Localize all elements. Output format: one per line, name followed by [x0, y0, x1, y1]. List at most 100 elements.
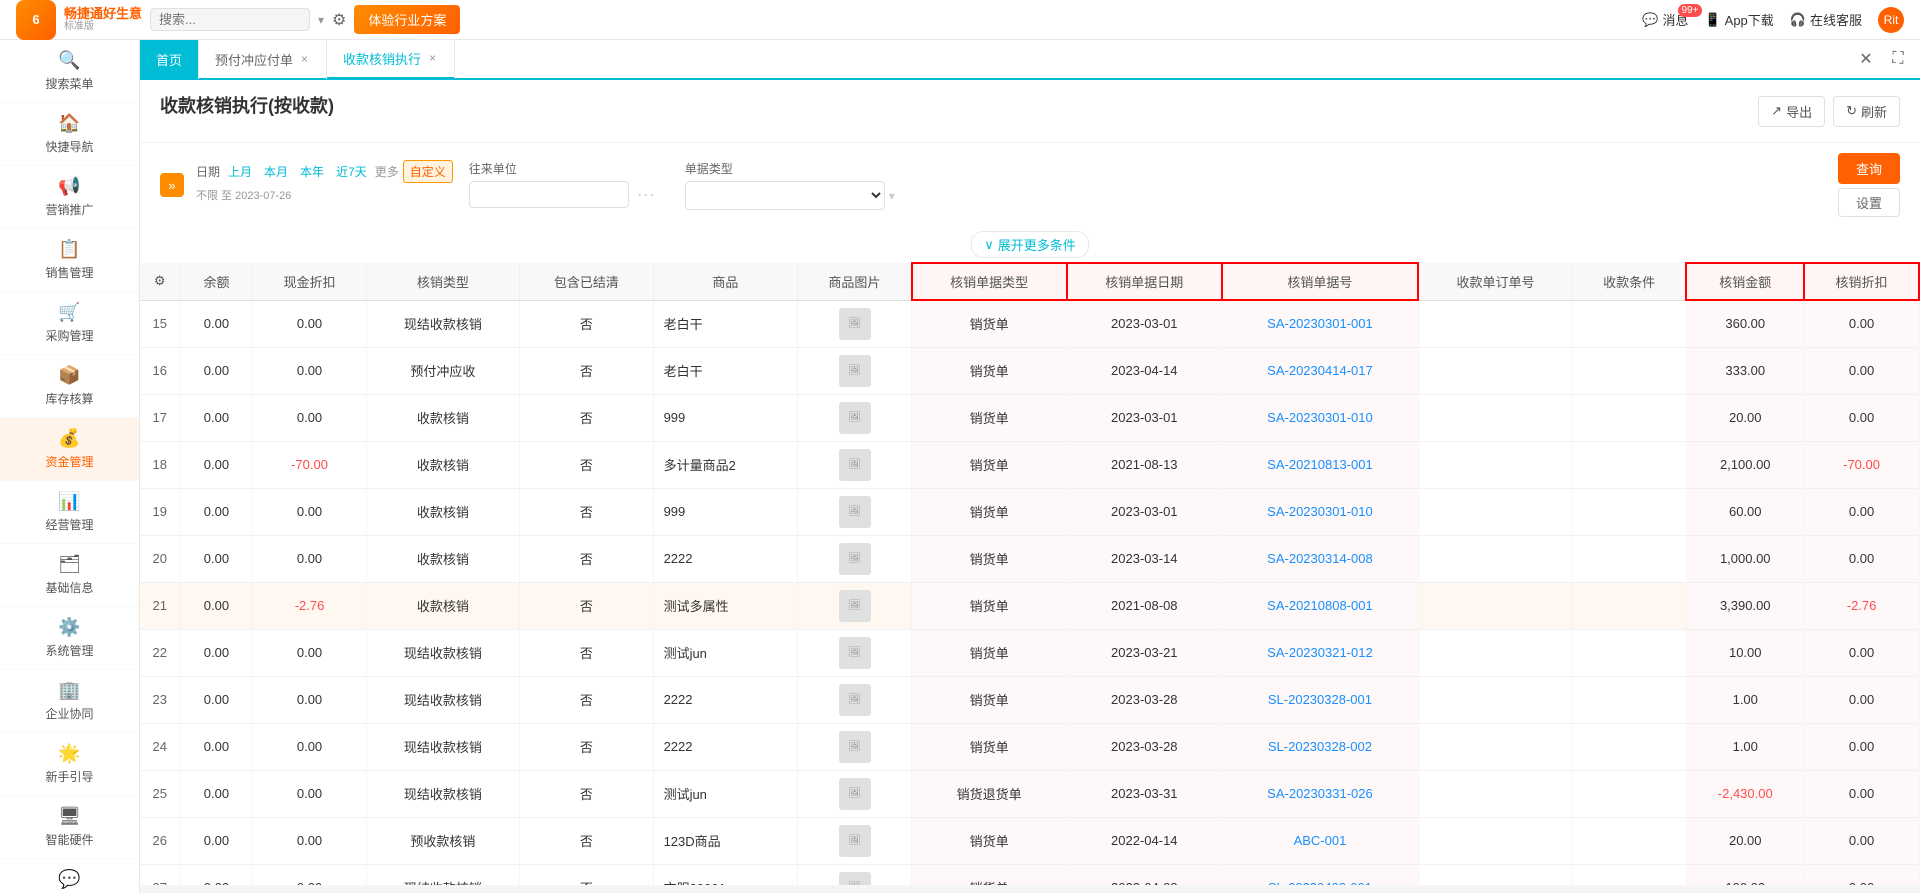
cell-cancel-voucher-date: 2023-03-01	[1067, 488, 1222, 535]
voucher-type-clear[interactable]: ▾	[889, 189, 895, 203]
top-search-input[interactable]	[150, 8, 310, 31]
sidebar-item-basic-info[interactable]: 🗂基础信息	[0, 544, 139, 607]
sidebar-item-search-menu[interactable]: 🔍搜索菜单	[0, 40, 139, 103]
last-7-days-btn[interactable]: 近7天	[332, 161, 371, 182]
cell-no: 24	[140, 723, 180, 770]
sidebar-item-wechat[interactable]: 💬企业微信	[0, 859, 139, 893]
cell-cancel-voucher-type: 销货单	[912, 441, 1067, 488]
cell-cancel-voucher-no[interactable]: SA-20210808-001	[1222, 582, 1418, 629]
export-btn[interactable]: ↗ 导出	[1758, 96, 1825, 127]
sidebar-icon-purchase-mgmt: 🛒	[58, 302, 80, 323]
cell-cash-discount: -70.00	[253, 441, 366, 488]
col-cancel-voucher-type: 核销单据类型	[912, 263, 1067, 300]
this-year-btn[interactable]: 本年	[296, 161, 328, 182]
cell-cancel-type: 现结收款核销	[366, 770, 520, 817]
cell-cancel-voucher-date: 2023-04-14	[1067, 347, 1222, 394]
query-btn[interactable]: 查询	[1838, 153, 1900, 184]
tab-prepay[interactable]: 预付冲应付单×	[199, 40, 327, 79]
sidebar-item-new-guide[interactable]: 🌟新手引导	[0, 733, 139, 796]
cell-cancel-voucher-no[interactable]: ABC-001	[1222, 817, 1418, 864]
sidebar-item-inventory[interactable]: 📦库存核算	[0, 355, 139, 418]
cell-cancel-type: 现结收款核销	[366, 864, 520, 885]
cell-cancel-amount: 1.00	[1686, 723, 1804, 770]
industry-btn[interactable]: 体验行业方案	[354, 5, 460, 34]
cell-cancel-amount: 1.00	[1686, 676, 1804, 723]
cell-no: 22	[140, 629, 180, 676]
cell-no: 23	[140, 676, 180, 723]
cell-cancel-voucher-no[interactable]: SA-20210813-001	[1222, 441, 1418, 488]
col-settings[interactable]: ⚙	[140, 263, 180, 300]
cell-cancel-voucher-no[interactable]: SA-20230331-026	[1222, 770, 1418, 817]
cell-cancel-voucher-no[interactable]: SL-20230328-002	[1222, 723, 1418, 770]
tab-close-receipt-cancel[interactable]: ×	[427, 49, 438, 67]
close-window-btn[interactable]: ✕	[1852, 45, 1880, 73]
cell-cash-discount: 0.00	[253, 535, 366, 582]
cell-receipt-order-no	[1418, 347, 1572, 394]
expand-more-label: 展开更多条件	[998, 235, 1076, 254]
this-month-btn[interactable]: 本月	[260, 161, 292, 182]
sidebar-item-marketing[interactable]: 📢营销推广	[0, 166, 139, 229]
cell-goods-img: 🖼	[798, 676, 912, 723]
expand-icon: »	[168, 178, 175, 193]
cell-cancel-voucher-no[interactable]: SL-20230408-001	[1222, 864, 1418, 885]
cell-cancel-type: 收款核销	[366, 394, 520, 441]
sidebar-item-capital-mgmt[interactable]: 💰资金管理	[0, 418, 139, 481]
sidebar-item-sales-mgmt[interactable]: 📋销售管理	[0, 229, 139, 292]
filter-settings-btn[interactable]: 设置	[1838, 188, 1900, 217]
tab-close-prepay[interactable]: ×	[299, 50, 310, 68]
custom-date-btn[interactable]: 自定义	[403, 160, 453, 183]
cell-cancel-voucher-date: 2023-03-31	[1067, 770, 1222, 817]
cell-cancel-voucher-no[interactable]: SA-20230314-008	[1222, 535, 1418, 582]
table-area: ⚙ 余额 现金折扣 核销类型 包含已结清 商品 商品图片 核销单据类型 核销单据…	[140, 262, 1920, 885]
cell-goods: 衣服00001	[653, 864, 798, 885]
col-goods-img: 商品图片	[798, 263, 912, 300]
cell-goods-img: 🖼	[798, 723, 912, 770]
cell-cancel-voucher-no[interactable]: SA-20230414-017	[1222, 347, 1418, 394]
cell-incl-cleared: 否	[520, 394, 653, 441]
cell-goods-img: 🖼	[798, 582, 912, 629]
sidebar-item-sys-mgmt[interactable]: ⚙️系统管理	[0, 607, 139, 670]
date-quick-links: 日期 上月 本月 本年 近7天 更多 自定义	[196, 160, 453, 183]
counterpart-input[interactable]	[469, 181, 629, 208]
message-btn[interactable]: 💬 消息 99+	[1642, 10, 1688, 29]
cell-cancel-voucher-no[interactable]: SA-20230301-001	[1222, 300, 1418, 347]
cell-cancel-voucher-no[interactable]: SA-20230301-010	[1222, 394, 1418, 441]
cell-goods: 123D商品	[653, 817, 798, 864]
sidebar-label-new-guide: 新手引导	[45, 768, 93, 785]
cell-cancel-discount: 0.00	[1804, 817, 1919, 864]
cell-balance: 0.00	[180, 629, 253, 676]
cell-incl-cleared: 否	[520, 817, 653, 864]
date-range-display: 不限 至 2023-07-26	[196, 190, 291, 202]
more-date-btn[interactable]: 更多	[375, 163, 399, 180]
online-service-btn[interactable]: 🎧 在线客服	[1790, 10, 1862, 29]
tab-home[interactable]: 首页	[140, 40, 199, 79]
sidebar-item-enterprise[interactable]: 🏢企业协同	[0, 670, 139, 733]
cell-incl-cleared: 否	[520, 864, 653, 885]
cell-cancel-voucher-no[interactable]: SA-20230301-010	[1222, 488, 1418, 535]
sidebar-item-purchase-mgmt[interactable]: 🛒采购管理	[0, 292, 139, 355]
cell-cancel-type: 收款核销	[366, 441, 520, 488]
filter-expand-btn[interactable]: »	[160, 173, 184, 197]
cell-cancel-voucher-no[interactable]: SL-20230328-001	[1222, 676, 1418, 723]
maximize-btn[interactable]: ⛶	[1884, 45, 1912, 73]
app-download-btn[interactable]: 📱 App下载	[1704, 10, 1773, 29]
cell-balance: 0.00	[180, 817, 253, 864]
tab-receipt-cancel[interactable]: 收款核销执行×	[327, 40, 455, 79]
cell-cancel-voucher-no[interactable]: SA-20230321-012	[1222, 629, 1418, 676]
sidebar-item-quick-nav[interactable]: 🏠快捷导航	[0, 103, 139, 166]
last-month-btn[interactable]: 上月	[224, 161, 256, 182]
voucher-type-select[interactable]	[685, 181, 885, 210]
sidebar-item-smart-hw[interactable]: 🖥智能硬件	[0, 796, 139, 859]
counterpart-dots[interactable]: ···	[637, 184, 655, 205]
cell-balance: 0.00	[180, 864, 253, 885]
user-avatar[interactable]: Rit	[1878, 7, 1904, 33]
cell-receipt-condition	[1572, 582, 1686, 629]
sidebar-item-ops-mgmt[interactable]: 📊经营管理	[0, 481, 139, 544]
expand-more-btn[interactable]: ∨ 展开更多条件	[971, 231, 1089, 258]
sidebar-label-basic-info: 基础信息	[45, 579, 93, 596]
col-cancel-voucher-date: 核销单据日期	[1067, 263, 1222, 300]
cell-cancel-amount: 20.00	[1686, 394, 1804, 441]
refresh-btn[interactable]: ↻ 刷新	[1833, 96, 1900, 127]
settings-icon[interactable]: ⚙	[332, 10, 346, 30]
message-badge: 99+	[1678, 4, 1703, 17]
